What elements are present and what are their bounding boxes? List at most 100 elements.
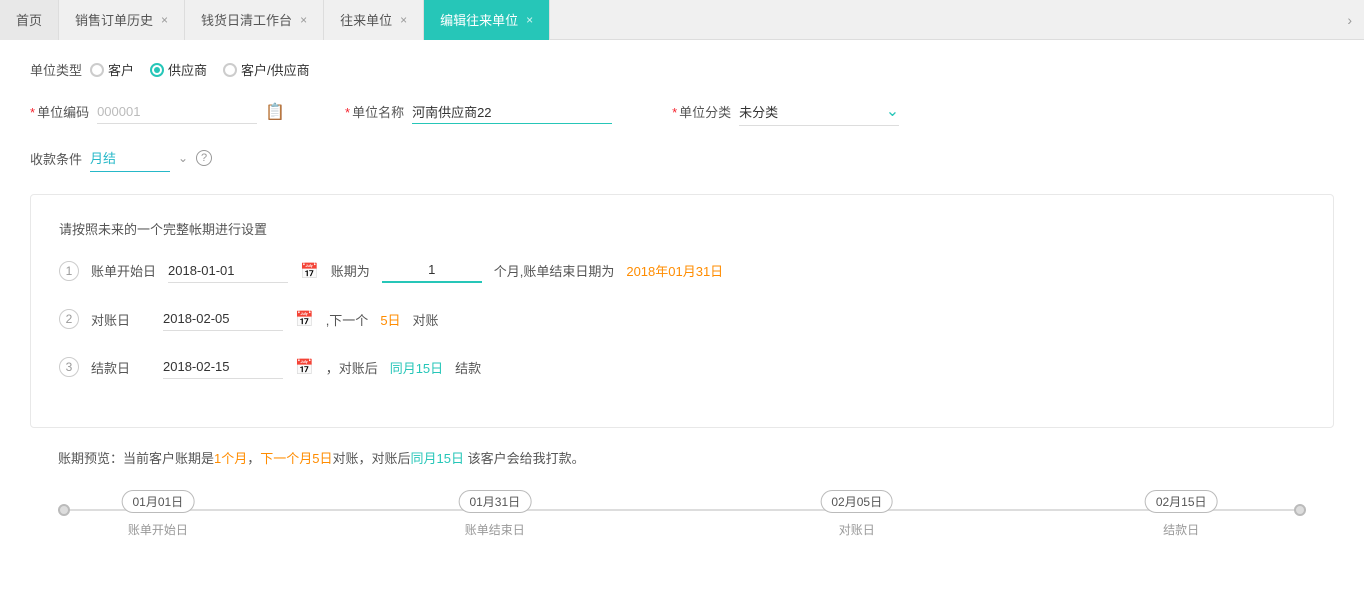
step-3-calendar-icon[interactable]: 📅 xyxy=(295,358,314,376)
payment-chevron-icon[interactable]: ⌄ xyxy=(178,151,188,165)
step-3-label: 结款日 xyxy=(91,358,151,377)
step-row-1: 1 账单开始日 📅 账期为 个月,账单结束日期为 2018年01月31日 xyxy=(59,258,1305,283)
timeline-container: 01月01日 账单开始日 01月31日 账单结束日 02月05日 对账日 02月… xyxy=(30,495,1334,595)
payment-label: 收款条件 xyxy=(30,149,82,168)
node-3-badge: 02月05日 xyxy=(820,490,893,513)
step-2-date-input[interactable] xyxy=(163,307,283,331)
tab-edit-partner-close[interactable]: × xyxy=(526,13,533,27)
unit-code-group: *单位编码 📋 xyxy=(30,100,285,124)
payment-select-group: 月结 ⌄ xyxy=(90,144,188,172)
tab-cash-work[interactable]: 钱货日清工作台 × xyxy=(185,0,324,40)
unit-classify-select[interactable]: 未分类 ⌄ xyxy=(739,97,899,126)
unit-code-label: *单位编码 xyxy=(30,102,89,121)
preview-sep2: 对账，对账后 xyxy=(333,451,411,466)
timeline-end-dot xyxy=(1294,504,1306,516)
preview-part1: 1个月 xyxy=(214,451,247,466)
unit-classify-value: 未分类 xyxy=(739,102,778,121)
step-1-label: 账单开始日 xyxy=(91,261,156,280)
timeline-node-1: 01月01日 账单开始日 xyxy=(121,495,194,538)
tab-partners-close[interactable]: × xyxy=(400,13,407,27)
payment-value: 月结 xyxy=(90,144,170,172)
tab-more-button[interactable]: › xyxy=(1335,0,1364,40)
step-1-suffix: 个月,账单结束日期为 xyxy=(494,261,615,280)
node-4-badge: 02月15日 xyxy=(1145,490,1218,513)
preview-sep1: ， xyxy=(247,451,260,466)
step-1-date-input[interactable] xyxy=(168,259,288,283)
timeline-node-2: 01月31日 账单结束日 xyxy=(458,495,531,538)
node-4-label: 结款日 xyxy=(1163,521,1199,538)
node-1-label: 账单开始日 xyxy=(128,521,188,538)
preview-part2: 下一个月5日 xyxy=(260,451,332,466)
step-2-calendar-icon[interactable]: 📅 xyxy=(295,310,314,328)
tab-bar: 首页 销售订单历史 × 钱货日清工作台 × 往来单位 × 编辑往来单位 × › xyxy=(0,0,1364,40)
timeline-start-dot xyxy=(58,504,70,516)
tab-cash-work-label: 钱货日清工作台 xyxy=(201,10,292,29)
payment-row: 收款条件 月结 ⌄ ? xyxy=(30,144,1334,172)
radio-both-circle xyxy=(223,63,237,77)
timeline-rail xyxy=(58,509,1306,511)
radio-customer-circle xyxy=(90,63,104,77)
step-1-number: 1 xyxy=(59,261,79,281)
tab-sales-history-close[interactable]: × xyxy=(161,13,168,27)
unit-name-label: *单位名称 xyxy=(345,102,404,121)
tab-edit-partner[interactable]: 编辑往来单位 × xyxy=(424,0,550,40)
radio-supplier-circle xyxy=(150,63,164,77)
unit-classify-group: *单位分类 未分类 ⌄ xyxy=(672,97,899,126)
month-input[interactable] xyxy=(382,258,482,283)
node-3-label: 对账日 xyxy=(839,521,875,538)
node-2-label: 账单结束日 xyxy=(465,521,525,538)
step-1-end-date: 2018年01月31日 xyxy=(626,261,723,280)
radio-both-label: 客户/供应商 xyxy=(241,60,310,79)
tab-partners-label: 往来单位 xyxy=(340,10,392,29)
radio-customer-label: 客户 xyxy=(108,60,134,79)
tab-home-label: 首页 xyxy=(16,10,42,29)
tab-sales-history-label: 销售订单历史 xyxy=(75,10,153,29)
step-2-suffix: 对账 xyxy=(413,310,439,329)
radio-customer[interactable]: 客户 xyxy=(90,60,134,79)
step-3-prefix: ，对账后 xyxy=(326,358,378,377)
main-content: 单位类型 客户 供应商 客户/供应商 *单位编码 📋 xyxy=(0,40,1364,615)
tab-edit-partner-label: 编辑往来单位 xyxy=(440,10,518,29)
tab-cash-work-close[interactable]: × xyxy=(300,13,307,27)
preview-part3: 同月15日 xyxy=(411,451,464,466)
radio-supplier[interactable]: 供应商 xyxy=(150,60,207,79)
radio-supplier-label: 供应商 xyxy=(168,60,207,79)
unit-code-input[interactable] xyxy=(97,100,257,124)
preview-suffix: 该客户会给我打款。 xyxy=(464,451,585,466)
preview-prefix: 账期预览：当前客户账期是 xyxy=(58,451,214,466)
step-row-3: 3 结款日 📅 ，对账后 同月15日 结款 xyxy=(59,355,1305,379)
unit-name-group: *单位名称 xyxy=(345,100,612,124)
radio-group-unit-type: 客户 供应商 客户/供应商 xyxy=(90,60,310,79)
step-2-label: 对账日 xyxy=(91,310,151,329)
unit-classify-label: *单位分类 xyxy=(672,102,731,121)
node-2-badge: 01月31日 xyxy=(458,490,531,513)
step-3-date-input[interactable] xyxy=(163,355,283,379)
radio-both[interactable]: 客户/供应商 xyxy=(223,60,310,79)
unit-name-input[interactable] xyxy=(412,100,612,124)
node-1-badge: 01月01日 xyxy=(121,490,194,513)
unit-type-row: 单位类型 客户 供应商 客户/供应商 xyxy=(30,60,1334,79)
preview-text: 账期预览：当前客户账期是1个月，下一个月5日对账，对账后同月15日 该客户会给我… xyxy=(30,448,1334,467)
settings-title: 请按照未来的一个完整帐期进行设置 xyxy=(59,219,1305,238)
timeline-node-3: 02月05日 对账日 xyxy=(820,495,893,538)
timeline-wrapper: 01月01日 账单开始日 01月31日 账单结束日 02月05日 对账日 02月… xyxy=(58,495,1306,575)
step-3-highlight: 同月15日 xyxy=(390,358,443,377)
tab-partners[interactable]: 往来单位 × xyxy=(324,0,424,40)
step-3-suffix: 结款 xyxy=(455,358,481,377)
tab-more-icon: › xyxy=(1347,12,1352,28)
step-2-number: 2 xyxy=(59,309,79,329)
settings-card: 请按照未来的一个完整帐期进行设置 1 账单开始日 📅 账期为 个月,账单结束日期… xyxy=(30,194,1334,428)
step-2-prefix: ,下一个 xyxy=(326,310,369,329)
step-1-calendar-icon[interactable]: 📅 xyxy=(300,262,319,280)
tab-home[interactable]: 首页 xyxy=(0,0,59,40)
classify-chevron-icon: ⌄ xyxy=(886,101,899,121)
copy-icon[interactable]: 📋 xyxy=(265,102,285,122)
step-3-number: 3 xyxy=(59,357,79,377)
step-1-mid-text: 账期为 xyxy=(331,261,370,280)
tab-sales-history[interactable]: 销售订单历史 × xyxy=(59,0,185,40)
unit-info-row: *单位编码 📋 *单位名称 *单位分类 未分类 ⌄ xyxy=(30,97,1334,126)
timeline-node-4: 02月15日 结款日 xyxy=(1145,495,1218,538)
step-row-2: 2 对账日 📅 ,下一个 5日 对账 xyxy=(59,307,1305,331)
payment-help-icon[interactable]: ? xyxy=(196,150,212,166)
unit-type-label: 单位类型 xyxy=(30,60,82,79)
